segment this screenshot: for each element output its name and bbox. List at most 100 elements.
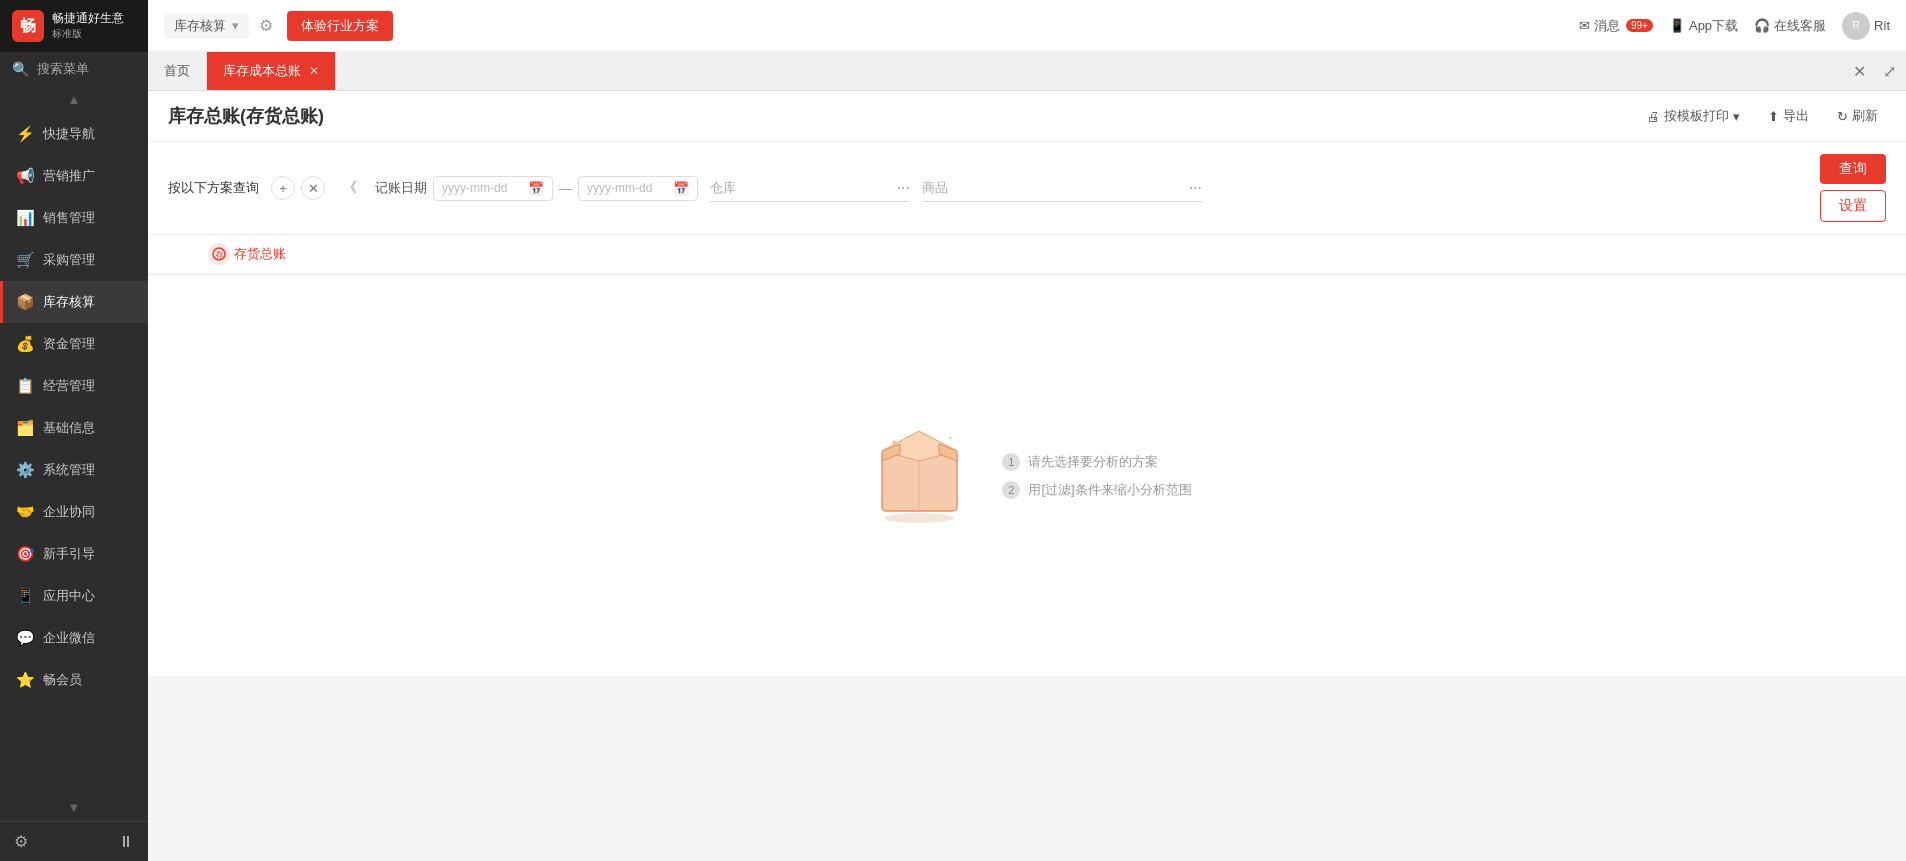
- sidebar-item-quick-nav[interactable]: ⚡ 快捷导航: [0, 113, 148, 155]
- tabbar: 首页 库存成本总账 ✕ ✕ ⤢: [148, 52, 1906, 91]
- sidebar-item-wechat[interactable]: 💬 企业微信: [0, 617, 148, 659]
- message-btn[interactable]: ✉ 消息 99+: [1579, 17, 1653, 35]
- print-template-btn[interactable]: 🖨 按模板打印 ▾: [1639, 103, 1748, 129]
- empty-content-row: ✦ ✦ 1 请先选择要分析的方案 2 用[过滤]条件来缩小分析范围: [862, 406, 1191, 546]
- calendar-end-icon: 📅: [673, 181, 689, 196]
- sidebar-scroll-down[interactable]: ▼: [0, 794, 148, 821]
- refresh-btn[interactable]: ↻ 刷新: [1829, 103, 1886, 129]
- svg-point-10: [884, 513, 954, 523]
- marketing-icon: 📢: [15, 167, 35, 185]
- filter-bar: 按以下方案查询 + ✕ 《 记账日期 yyyy-mm-dd 📅 — yyyy-m…: [148, 142, 1906, 235]
- basic-info-icon: 🗂️: [15, 419, 35, 437]
- export-icon: ⬆: [1768, 109, 1779, 124]
- tab-close-icon[interactable]: ✕: [309, 64, 319, 78]
- svg-text:✦: ✦: [947, 434, 954, 443]
- avatar: R: [1842, 12, 1870, 40]
- breadcrumb[interactable]: 库存核算 ▾: [164, 13, 249, 39]
- sub-filter-inventory-icon: 存: [208, 243, 230, 265]
- empty-illustration: ✦ ✦: [862, 406, 982, 526]
- sidebar-item-marketing[interactable]: 📢 营销推广: [0, 155, 148, 197]
- sidebar-item-finance[interactable]: 💰 资金管理: [0, 323, 148, 365]
- query-button[interactable]: 查询: [1820, 154, 1886, 184]
- tab-home[interactable]: 首页: [148, 52, 207, 90]
- date-separator: —: [559, 181, 572, 196]
- sidebar-item-system[interactable]: ⚙️ 系统管理: [0, 449, 148, 491]
- sidebar-item-operations[interactable]: 📋 经营管理: [0, 365, 148, 407]
- date-start-input[interactable]: yyyy-mm-dd 📅: [433, 176, 553, 201]
- newbie-icon: 🎯: [15, 545, 35, 563]
- chevron-down-icon: ▾: [232, 18, 239, 33]
- filter-label: 按以下方案查询: [168, 179, 259, 197]
- sales-icon: 📊: [15, 209, 35, 227]
- sidebar-search[interactable]: 🔍 搜索菜单: [0, 52, 148, 86]
- app-download-btn[interactable]: 📱 App下载: [1669, 17, 1738, 35]
- hint-num-2: 2: [1002, 481, 1020, 499]
- calendar-start-icon: 📅: [528, 181, 544, 196]
- sidebar-logo: 畅 畅捷通好生意 标准版: [0, 0, 148, 52]
- export-btn[interactable]: ⬆ 导出: [1760, 103, 1817, 129]
- membership-icon: ⭐: [15, 671, 35, 689]
- sidebar-nav: ⚡ 快捷导航 📢 营销推广 📊 销售管理 🛒 采购管理 📦 库存核算 💰 资金管…: [0, 113, 148, 794]
- date-end-input[interactable]: yyyy-mm-dd 📅: [578, 176, 698, 201]
- filter-collapse-btn[interactable]: 《: [337, 177, 363, 199]
- sidebar-item-newbie[interactable]: 🎯 新手引导: [0, 533, 148, 575]
- online-service-btn[interactable]: 🎧 在线客服: [1754, 17, 1826, 35]
- topbar: 库存核算 ▾ ⚙ 体验行业方案 ✉ 消息 99+ 📱 App下载 🎧 在线客服: [148, 0, 1906, 52]
- add-filter-btn[interactable]: +: [271, 176, 295, 200]
- svg-text:存: 存: [215, 250, 224, 260]
- username-label: Rit: [1874, 18, 1890, 33]
- sidebar-item-app-center[interactable]: 📱 应用中心: [0, 575, 148, 617]
- print-icon: 🖨: [1647, 109, 1660, 124]
- goods-select[interactable]: 商品 ···: [922, 175, 1202, 202]
- sidebar-item-inventory[interactable]: 📦 库存核算: [0, 281, 148, 323]
- page-title: 库存总账(存货总账): [168, 104, 324, 128]
- sidebar-item-basic-info[interactable]: 🗂️ 基础信息: [0, 407, 148, 449]
- topbar-left: 库存核算 ▾ ⚙ 体验行业方案: [164, 11, 1579, 41]
- sub-filter-row: 存 存货总账: [148, 235, 1906, 274]
- refresh-icon: ↻: [1837, 109, 1848, 124]
- print-dropdown-icon: ▾: [1733, 109, 1740, 124]
- panel-close-icon[interactable]: ✕: [1853, 62, 1866, 81]
- warehouse-select[interactable]: 仓库 ···: [710, 175, 910, 202]
- sidebar-item-sales[interactable]: 📊 销售管理: [0, 197, 148, 239]
- purchase-icon: 🛒: [15, 251, 35, 269]
- date-filter-group: 记账日期 yyyy-mm-dd 📅 — yyyy-mm-dd 📅: [375, 176, 698, 201]
- sidebar-collapse-icon[interactable]: ⏸: [118, 833, 134, 851]
- app-logo-icon: 畅: [12, 10, 44, 42]
- date-label: 记账日期: [375, 179, 427, 197]
- inventory-icon: 📦: [15, 293, 35, 311]
- user-account[interactable]: R Rit: [1842, 12, 1890, 40]
- page-header-actions: 🖨 按模板打印 ▾ ⬆ 导出 ↻ 刷新: [1639, 103, 1886, 129]
- sidebar-item-enterprise[interactable]: 🤝 企业协同: [0, 491, 148, 533]
- sidebar: 畅 畅捷通好生意 标准版 🔍 搜索菜单 ▲ ⚡ 快捷导航 📢 营销推广 📊 销售…: [0, 0, 148, 861]
- settings-button[interactable]: 设置: [1820, 190, 1886, 222]
- app-logo-text: 畅捷通好生意 标准版: [52, 11, 124, 41]
- topbar-gear-icon[interactable]: ⚙: [259, 16, 273, 35]
- industry-btn[interactable]: 体验行业方案: [287, 11, 393, 41]
- remove-filter-btn[interactable]: ✕: [301, 176, 325, 200]
- main-content: 库存核算 ▾ ⚙ 体验行业方案 ✉ 消息 99+ 📱 App下载 🎧 在线客服: [148, 0, 1906, 861]
- hint-num-1: 1: [1002, 453, 1020, 471]
- sidebar-scroll-up[interactable]: ▲: [0, 86, 148, 113]
- page-header: 库存总账(存货总账) 🖨 按模板打印 ▾ ⬆ 导出 ↻ 刷新: [148, 91, 1906, 142]
- app-download-icon: 📱: [1669, 18, 1685, 33]
- sidebar-item-purchase[interactable]: 🛒 采购管理: [0, 239, 148, 281]
- wechat-icon: 💬: [15, 629, 35, 647]
- app-center-icon: 📱: [15, 587, 35, 605]
- goods-more-icon: ···: [1189, 179, 1202, 197]
- topbar-right: ✉ 消息 99+ 📱 App下载 🎧 在线客服 R Rit: [1579, 12, 1890, 40]
- sidebar-footer: ⚙ ⏸: [0, 821, 148, 861]
- system-icon: ⚙️: [15, 461, 35, 479]
- empty-hint-1: 1 请先选择要分析的方案: [1002, 453, 1191, 471]
- sub-filter-item-inventory[interactable]: 存 存货总账: [208, 243, 286, 265]
- tab-inventory-cost[interactable]: 库存成本总账 ✕: [207, 52, 336, 90]
- service-icon: 🎧: [1754, 18, 1770, 33]
- svg-text:✦: ✦: [890, 437, 898, 448]
- sidebar-item-membership[interactable]: ⭐ 畅会员: [0, 659, 148, 701]
- sidebar-settings-icon[interactable]: ⚙: [14, 832, 28, 851]
- page-content: 库存总账(存货总账) 🖨 按模板打印 ▾ ⬆ 导出 ↻ 刷新 按以下方案查询: [148, 91, 1906, 861]
- panel-expand-icon[interactable]: ⤢: [1883, 62, 1896, 81]
- warehouse-more-icon: ···: [897, 179, 910, 197]
- empty-state: ✦ ✦ 1 请先选择要分析的方案 2 用[过滤]条件来缩小分析范围: [148, 276, 1906, 676]
- filter-icons: + ✕: [271, 176, 325, 200]
